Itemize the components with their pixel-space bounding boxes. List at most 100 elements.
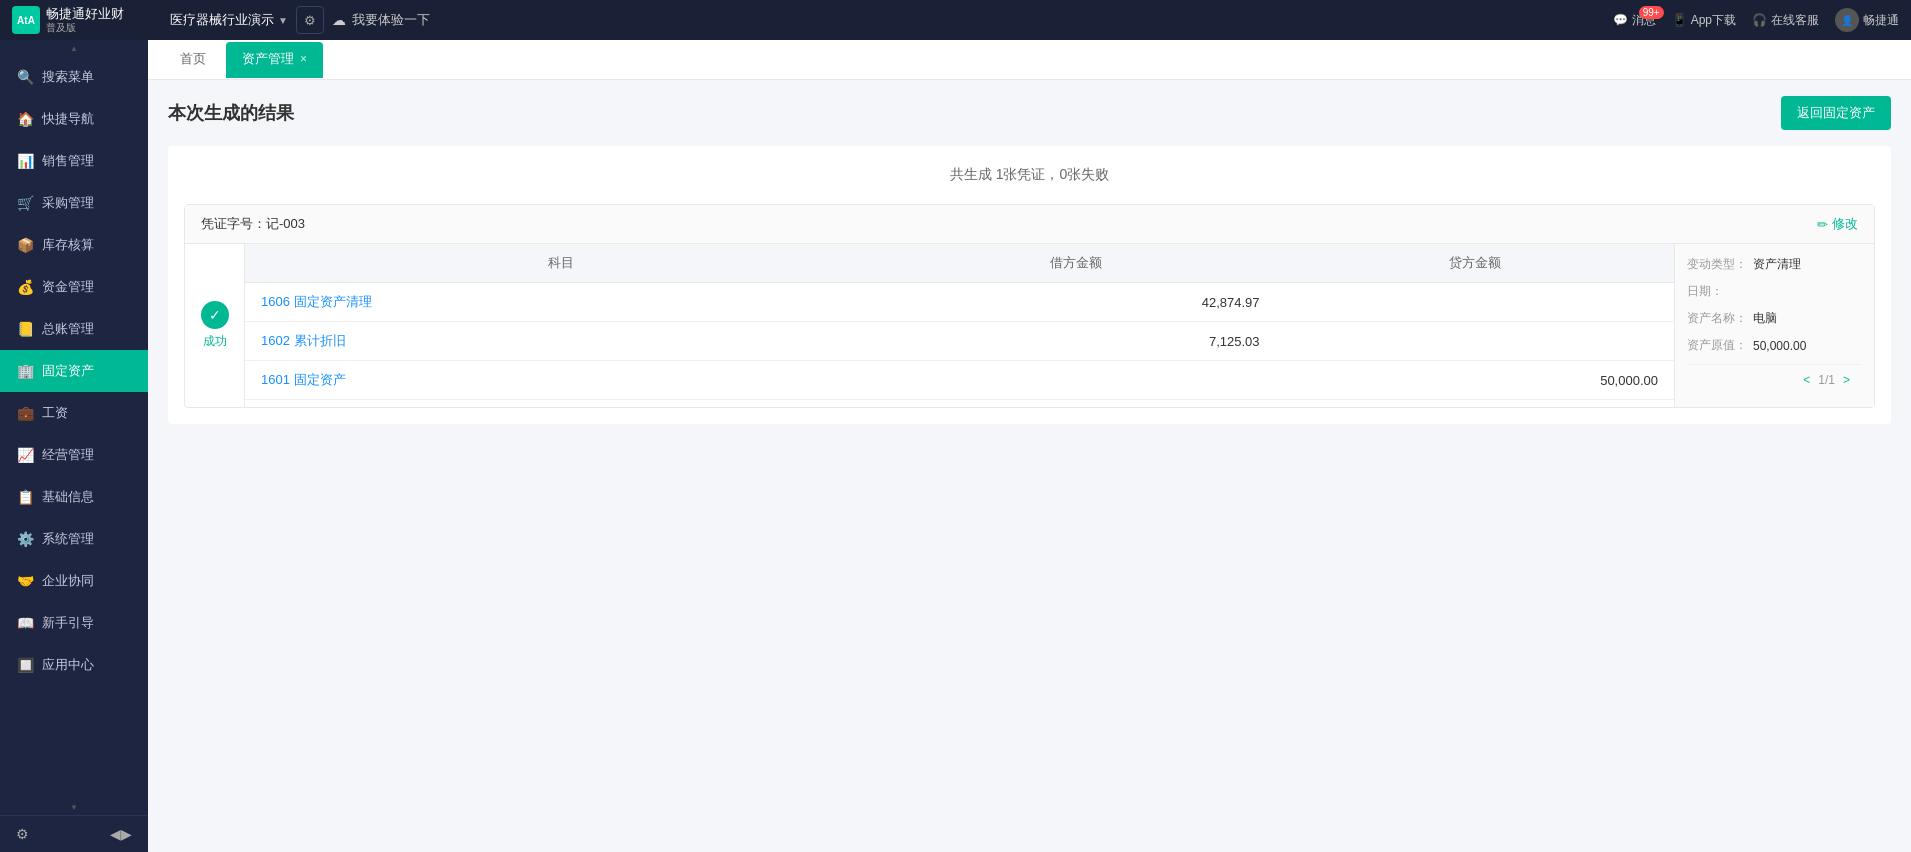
sidebar-item-fixed-assets[interactable]: 🏢 固定资产	[0, 350, 148, 392]
sidebar-collapse-icon[interactable]: ◀▶	[110, 826, 132, 842]
sidebar-item-search[interactable]: 🔍 搜索菜单	[0, 56, 148, 98]
sidebar-item-label: 库存核算	[42, 236, 94, 254]
sidebar-item-cooperation[interactable]: 🤝 企业协同	[0, 560, 148, 602]
voucher-section: 凭证字号：记-003 ✏ 修改	[184, 204, 1875, 408]
row2-subject: 1602 累计折旧	[245, 322, 877, 361]
tab-bar: 首页 资产管理 ×	[148, 40, 1911, 80]
operations-icon: 📈	[16, 446, 34, 464]
sidebar-item-label: 销售管理	[42, 152, 94, 170]
sidebar-item-funds[interactable]: 💰 资金管理	[0, 266, 148, 308]
row1-debit: 42,874.97	[877, 283, 1275, 322]
voucher-number: 凭证字号：记-003	[201, 215, 305, 233]
result-summary: 共生成 1张凭证，0张失败	[168, 146, 1891, 204]
settings-button[interactable]: ⚙	[296, 6, 324, 34]
sidebar-item-payroll[interactable]: 💼 工资	[0, 392, 148, 434]
online-service-button[interactable]: 🎧 在线客服	[1752, 12, 1819, 29]
sidebar-item-guide[interactable]: 📖 新手引导	[0, 602, 148, 644]
row3-subject: 1601 固定资产	[245, 361, 877, 400]
funds-icon: 💰	[16, 278, 34, 296]
col-credit: 贷方金额	[1276, 244, 1674, 283]
sidebar-item-ledger[interactable]: 📒 总账管理	[0, 308, 148, 350]
system-icon: ⚙️	[16, 530, 34, 548]
company-name: 医疗器械行业演示	[170, 11, 274, 29]
sidebar-item-label: 工资	[42, 404, 68, 422]
footer-settings-icon[interactable]: ⚙	[16, 826, 29, 842]
sidebar-item-label: 固定资产	[42, 362, 94, 380]
payroll-icon: 💼	[16, 404, 34, 422]
home-icon: 🏠	[16, 110, 34, 128]
tab-home-label: 首页	[180, 51, 206, 66]
sidebar-item-label: 资金管理	[42, 278, 94, 296]
status-wrapper: ✓ 成功	[185, 244, 245, 407]
sidebar-item-basic-info[interactable]: 📋 基础信息	[0, 476, 148, 518]
sidebar-item-inventory[interactable]: 📦 库存核算	[0, 224, 148, 266]
tab-close-icon[interactable]: ×	[300, 52, 307, 66]
chevron-down-icon: ▼	[278, 15, 288, 26]
app-download-label: App下载	[1691, 12, 1736, 29]
user-icon: 👤	[1841, 15, 1853, 26]
avatar: 👤	[1835, 8, 1859, 32]
messages-button[interactable]: 💬 消息 99+	[1613, 12, 1656, 29]
pagination-prev[interactable]: <	[1803, 373, 1810, 387]
asset-name-label: 资产名称：	[1687, 310, 1747, 327]
edit-label: 修改	[1832, 215, 1858, 233]
logo-sub: 普及版	[46, 22, 124, 34]
change-type-row: 变动类型： 资产清理	[1687, 256, 1862, 273]
user-menu[interactable]: 👤 畅捷通	[1835, 8, 1899, 32]
table-row: 1601 固定资产 50,000.00	[245, 361, 1674, 400]
asset-value-value: 50,000.00	[1753, 339, 1806, 353]
col-debit: 借方金额	[877, 244, 1275, 283]
app-download-button[interactable]: 📱 App下载	[1672, 12, 1736, 29]
company-selector[interactable]: 医疗器械行业演示 ▼	[170, 11, 288, 29]
sidebar-item-system[interactable]: ⚙️ 系统管理	[0, 518, 148, 560]
logo-text: 畅捷通好业财 普及版	[46, 6, 124, 34]
scroll-up-indicator: ▲	[66, 44, 82, 52]
back-button[interactable]: 返回固定资产	[1781, 96, 1891, 130]
sidebar-item-label: 应用中心	[42, 656, 94, 674]
side-info-panel: 变动类型： 资产清理 日期： 资产名称： 电脑	[1674, 244, 1874, 407]
sidebar-item-app-center[interactable]: 🔲 应用中心	[0, 644, 148, 686]
voucher-pagination: < 1/1 >	[1687, 364, 1862, 395]
page-header: 本次生成的结果 返回固定资产	[168, 96, 1891, 130]
tab-asset-management[interactable]: 资产管理 ×	[226, 42, 323, 78]
sidebar-item-sales[interactable]: 📊 销售管理	[0, 140, 148, 182]
search-icon: 🔍	[16, 68, 34, 86]
table-status-area: ✓ 成功 科目	[185, 244, 1674, 407]
sidebar-item-purchase[interactable]: 🛒 采购管理	[0, 182, 148, 224]
scroll-down-indicator: ▼	[66, 803, 82, 811]
asset-value-label: 资产原值：	[1687, 337, 1747, 354]
top-header: AtA 畅捷通好业财 普及版 医疗器械行业演示 ▼ ⚙ ☁ 我要体验一下 💬 消…	[0, 0, 1911, 40]
asset-name-value: 电脑	[1753, 310, 1777, 327]
pagination-info: 1/1	[1818, 373, 1835, 387]
row3-debit	[877, 361, 1275, 400]
sidebar-item-label: 基础信息	[42, 488, 94, 506]
tab-asset-management-label: 资产管理	[242, 50, 294, 68]
asset-value-row: 资产原值： 50,000.00	[1687, 337, 1862, 354]
sidebar-item-operations[interactable]: 📈 经营管理	[0, 434, 148, 476]
app-center-icon: 🔲	[16, 656, 34, 674]
sidebar-item-label: 搜索菜单	[42, 68, 94, 86]
row1-credit	[1276, 283, 1674, 322]
row3-credit: 50,000.00	[1276, 361, 1674, 400]
table-row: 1606 固定资产清理 42,874.97	[245, 283, 1674, 322]
app-logo-icon: AtA	[12, 6, 40, 34]
tab-home[interactable]: 首页	[164, 42, 222, 78]
pagination-next[interactable]: >	[1843, 373, 1850, 387]
sidebar-item-label: 新手引导	[42, 614, 94, 632]
edit-button[interactable]: ✏ 修改	[1817, 215, 1858, 233]
headset-icon: 🎧	[1752, 13, 1767, 27]
page-content: 本次生成的结果 返回固定资产 共生成 1张凭证，0张失败 凭证字号：记-003 …	[148, 80, 1911, 852]
sidebar-item-quicknav[interactable]: 🏠 快捷导航	[0, 98, 148, 140]
sidebar-scroll: 🔍 搜索菜单 🏠 快捷导航 📊 销售管理 🛒 采购管理 📦 库存核算 💰	[0, 56, 148, 799]
trial-button[interactable]: ☁ 我要体验一下	[332, 11, 430, 29]
gear-icon: ⚙	[304, 13, 316, 28]
inventory-icon: 📦	[16, 236, 34, 254]
username: 畅捷通	[1863, 12, 1899, 29]
header-center: 医疗器械行业演示 ▼ ⚙ ☁ 我要体验一下	[160, 6, 1613, 34]
sidebar-footer: ⚙ ◀▶	[0, 815, 148, 852]
success-text: 成功	[203, 333, 227, 350]
header-right: 💬 消息 99+ 📱 App下载 🎧 在线客服 👤 畅捷通	[1613, 8, 1899, 32]
main-layout: ▲ 🔍 搜索菜单 🏠 快捷导航 📊 销售管理 🛒 采购管理 📦 库存核	[0, 40, 1911, 852]
message-icon: 💬	[1613, 13, 1628, 27]
voucher-table: 科目 借方金额 贷方金额 1606 固定资产清理 42,874.	[245, 244, 1674, 400]
